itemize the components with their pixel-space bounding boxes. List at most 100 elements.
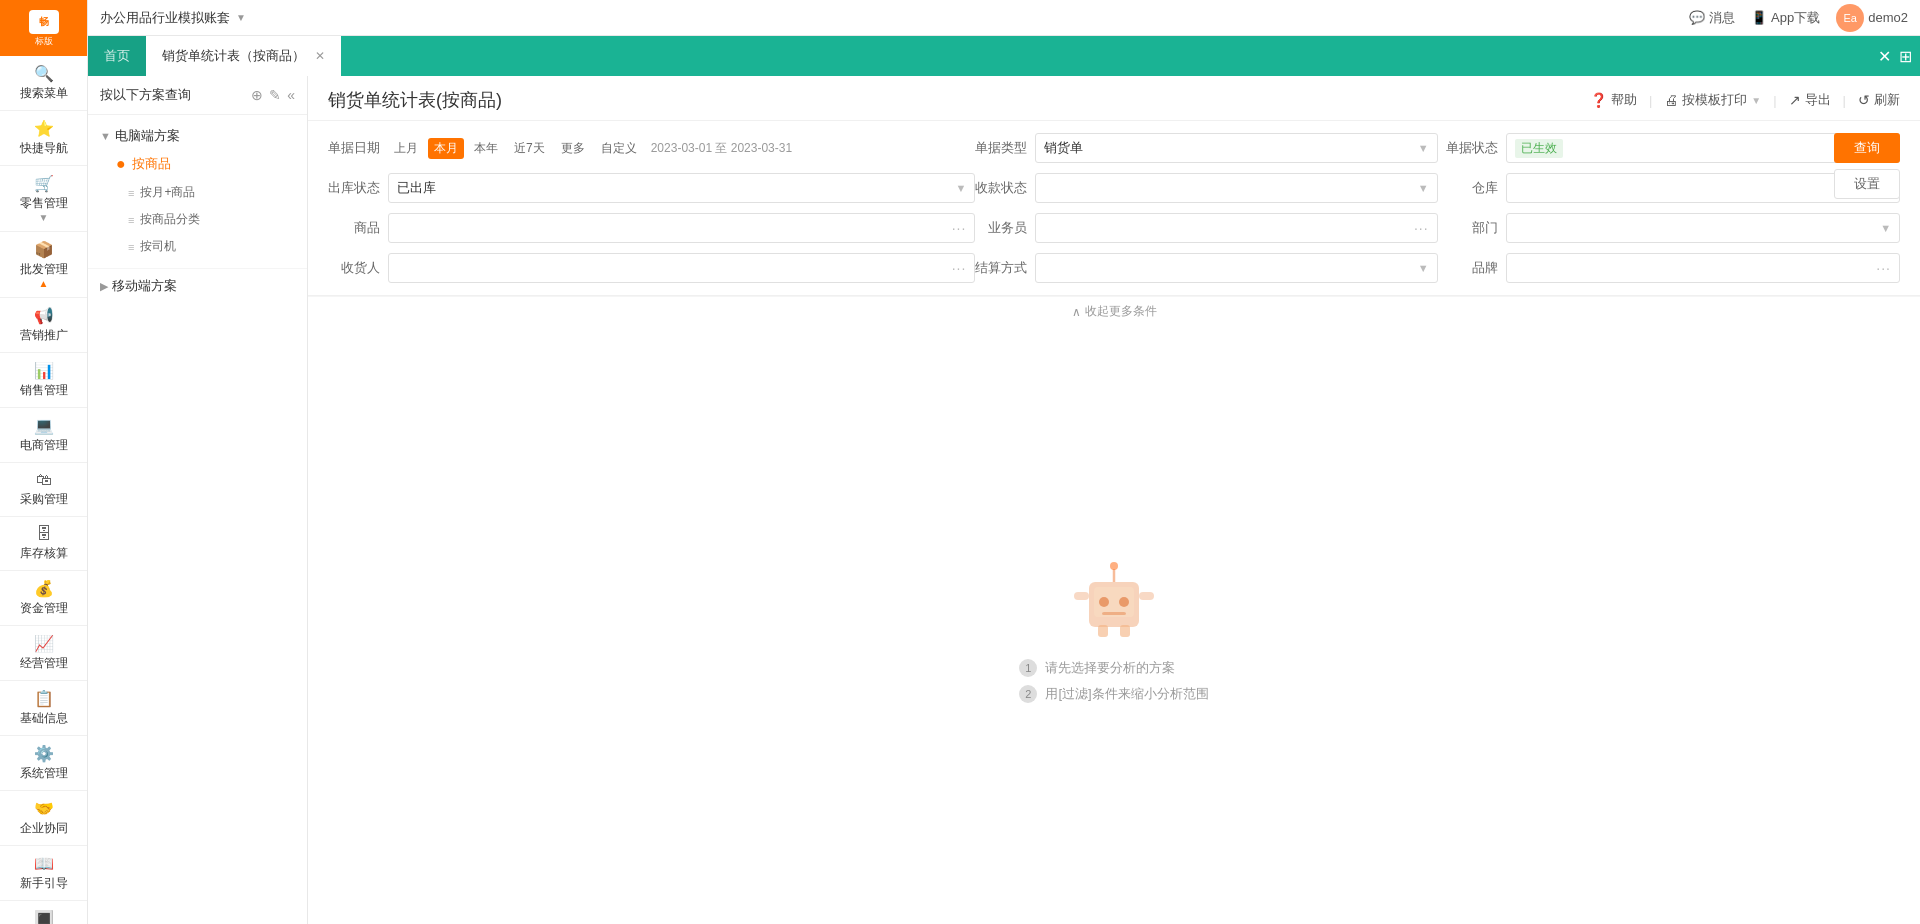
- help-btn[interactable]: ❓ 帮助: [1590, 91, 1637, 109]
- brand-input[interactable]: ···: [1506, 253, 1900, 283]
- sidebar-item-label: 销售管理: [20, 382, 68, 399]
- sidebar-item-system[interactable]: ⚙️ 系统管理: [0, 736, 88, 791]
- sidebar-item-label: 基础信息: [20, 710, 68, 727]
- page-header: 销货单统计表(按商品) ❓ 帮助 | 🖨 按模板打印 ▼ | ↗: [308, 76, 1920, 121]
- edit-scheme-icon[interactable]: ✎: [269, 87, 281, 103]
- collapse-bar[interactable]: ∧ 收起更多条件: [308, 296, 1920, 326]
- scheme-item-by-goods[interactable]: ● 按商品: [88, 149, 307, 179]
- sidebar-item-inventory[interactable]: 🗄 库存核算: [0, 517, 88, 571]
- print-btn[interactable]: 🖨 按模板打印 ▼: [1664, 91, 1761, 109]
- scheme-item-by-month-goods[interactable]: ≡ 按月+商品: [88, 179, 307, 206]
- type-filter-col: 单据类型 销货单 ▼: [975, 133, 1437, 163]
- sidebar-item-guide[interactable]: 📖 新手引导: [0, 846, 88, 901]
- star-icon: ⭐: [34, 119, 54, 138]
- tab-close-all-icon[interactable]: ✕: [1878, 47, 1891, 66]
- app-logo: 畅 标版: [0, 0, 88, 56]
- sidebar-item-operations[interactable]: 📈 经营管理: [0, 626, 88, 681]
- sidebar-item-label: 采购管理: [20, 491, 68, 508]
- content-area: 按以下方案查询 ⊕ ✎ « ▼ 电脑端方案 ● 按商品 ≡: [88, 76, 1920, 924]
- sales-icon: 📊: [34, 361, 54, 380]
- tab-active[interactable]: 销货单统计表（按商品） ✕: [146, 36, 341, 76]
- scheme-item-by-category[interactable]: ≡ 按商品分类: [88, 206, 307, 233]
- type-filter-input[interactable]: 销货单 ▼: [1035, 133, 1437, 163]
- group-collapse-icon: ▶: [100, 280, 108, 293]
- pay-status-input[interactable]: ▼: [1035, 173, 1437, 203]
- tab-home[interactable]: 首页: [88, 36, 146, 76]
- sidebar-item-label: 企业协同: [20, 820, 68, 837]
- sidebar-item-retail[interactable]: 🛒 零售管理 ▼: [0, 166, 88, 232]
- mobile-scheme-group[interactable]: ▶ 移动端方案: [88, 273, 307, 299]
- scheme-section: ▼ 电脑端方案 ● 按商品 ≡ 按月+商品 ≡ 按商品分类 ≡ 按司机: [88, 115, 307, 268]
- export-btn[interactable]: ↗ 导出: [1789, 91, 1831, 109]
- app-download-btn[interactable]: 📱 App下载: [1751, 9, 1820, 27]
- date-range-text: 2023-03-01 至 2023-03-31: [651, 140, 792, 157]
- main-content: 销货单统计表(按商品) ❓ 帮助 | 🖨 按模板打印 ▼ | ↗: [308, 76, 1920, 924]
- tip-num-2: 2: [1019, 685, 1037, 703]
- add-scheme-icon[interactable]: ⊕: [251, 87, 263, 103]
- receiver-col: 收货人 ···: [328, 253, 975, 283]
- date-btn-this-month[interactable]: 本月: [428, 138, 464, 159]
- sidebar-item-sales[interactable]: 📊 销售管理: [0, 353, 88, 408]
- sidebar-item-cooperation[interactable]: 🤝 企业协同: [0, 791, 88, 846]
- sidebar-item-marketing[interactable]: 📢 营销推广: [0, 298, 88, 353]
- refresh-btn[interactable]: ↺ 刷新: [1858, 91, 1900, 109]
- sidebar-item-ecommerce[interactable]: 💻 电商管理: [0, 408, 88, 463]
- tip-num-1: 1: [1019, 659, 1037, 677]
- payment-input[interactable]: ▼: [1035, 253, 1437, 283]
- brand-more-icon: ···: [1876, 260, 1891, 276]
- sidebar-item-purchase[interactable]: 🛍 采购管理: [0, 463, 88, 517]
- sidebar-item-basic[interactable]: 📋 基础信息: [0, 681, 88, 736]
- filter-panel: 按以下方案查询 ⊕ ✎ « ▼ 电脑端方案 ● 按商品 ≡: [88, 76, 308, 924]
- dept-input[interactable]: ▼: [1506, 213, 1900, 243]
- filter-conditions-wrapper: 单据日期 上月 本月 本年 近7天 更多 自定义 2023-03-01 至 20…: [308, 121, 1920, 326]
- system-icon: ⚙️: [34, 744, 54, 763]
- staff-input[interactable]: ···: [1035, 213, 1437, 243]
- operations-icon: 📈: [34, 634, 54, 653]
- sidebar-item-appcenter[interactable]: 🔳 应用中心: [0, 901, 88, 924]
- out-status-input[interactable]: 已出库 ▼: [388, 173, 975, 203]
- sidebar-item-label: 零售管理: [20, 195, 68, 212]
- main-container: 办公用品行业模拟账套 ▼ 💬 消息 📱 App下载 Ea demo2 首页: [88, 0, 1920, 924]
- out-status-value: 已出库: [397, 179, 436, 197]
- scheme-item-by-driver[interactable]: ≡ 按司机: [88, 233, 307, 260]
- date-btn-last-month[interactable]: 上月: [388, 138, 424, 159]
- date-filter-col: 单据日期 上月 本月 本年 近7天 更多 自定义 2023-03-01 至 20…: [328, 138, 975, 159]
- goods-input[interactable]: ···: [388, 213, 975, 243]
- sidebar-item-search[interactable]: 🔍 搜索菜单: [0, 56, 88, 111]
- sidebar-item-wholesale[interactable]: 📦 批发管理 ▲: [0, 232, 88, 298]
- date-btn-more[interactable]: 更多: [555, 138, 591, 159]
- svg-rect-9: [1098, 625, 1108, 637]
- sidebar-item-finance[interactable]: 💰 资金管理: [0, 571, 88, 626]
- type-value: 销货单: [1044, 139, 1083, 157]
- filter-panel-header: 按以下方案查询 ⊕ ✎ «: [88, 76, 307, 115]
- date-btn-this-year[interactable]: 本年: [468, 138, 504, 159]
- pay-status-col: 收款状态 ▼: [975, 173, 1437, 203]
- dept-label: 部门: [1438, 219, 1498, 237]
- settings-button[interactable]: 设置: [1834, 169, 1900, 199]
- date-btn-7days[interactable]: 近7天: [508, 138, 551, 159]
- sidebar-item-label: 资金管理: [20, 600, 68, 617]
- print-dropdown-icon[interactable]: ▼: [1751, 95, 1761, 106]
- goods-label: 商品: [328, 219, 380, 237]
- user-avatar: Ea: [1836, 4, 1864, 32]
- out-status-label: 出库状态: [328, 179, 380, 197]
- staff-more-icon: ···: [1414, 220, 1429, 236]
- industry-dropdown-icon[interactable]: ▼: [236, 12, 246, 23]
- message-btn[interactable]: 💬 消息: [1689, 9, 1735, 27]
- empty-tip-1: 1 请先选择要分析的方案: [1019, 659, 1208, 677]
- collapse-panel-icon[interactable]: «: [287, 87, 295, 103]
- page-title: 销货单统计表(按商品): [328, 88, 502, 112]
- date-btn-custom[interactable]: 自定义: [595, 138, 643, 159]
- user-menu[interactable]: Ea demo2: [1836, 4, 1908, 32]
- desktop-scheme-group[interactable]: ▼ 电脑端方案: [88, 123, 307, 149]
- sidebar-item-quicknav[interactable]: ⭐ 快捷导航: [0, 111, 88, 166]
- receiver-input[interactable]: ···: [388, 253, 975, 283]
- tab-expand-icon[interactable]: ⊞: [1899, 47, 1912, 66]
- sidebar-item-label: 搜索菜单: [20, 85, 68, 102]
- sidebar-item-label: 新手引导: [20, 875, 68, 892]
- group-expand-icon: ▼: [100, 130, 111, 142]
- tab-close-icon[interactable]: ✕: [315, 49, 325, 63]
- inventory-icon: 🗄: [36, 525, 52, 543]
- query-button[interactable]: 查询: [1834, 133, 1900, 163]
- out-status-dropdown-icon: ▼: [955, 182, 966, 194]
